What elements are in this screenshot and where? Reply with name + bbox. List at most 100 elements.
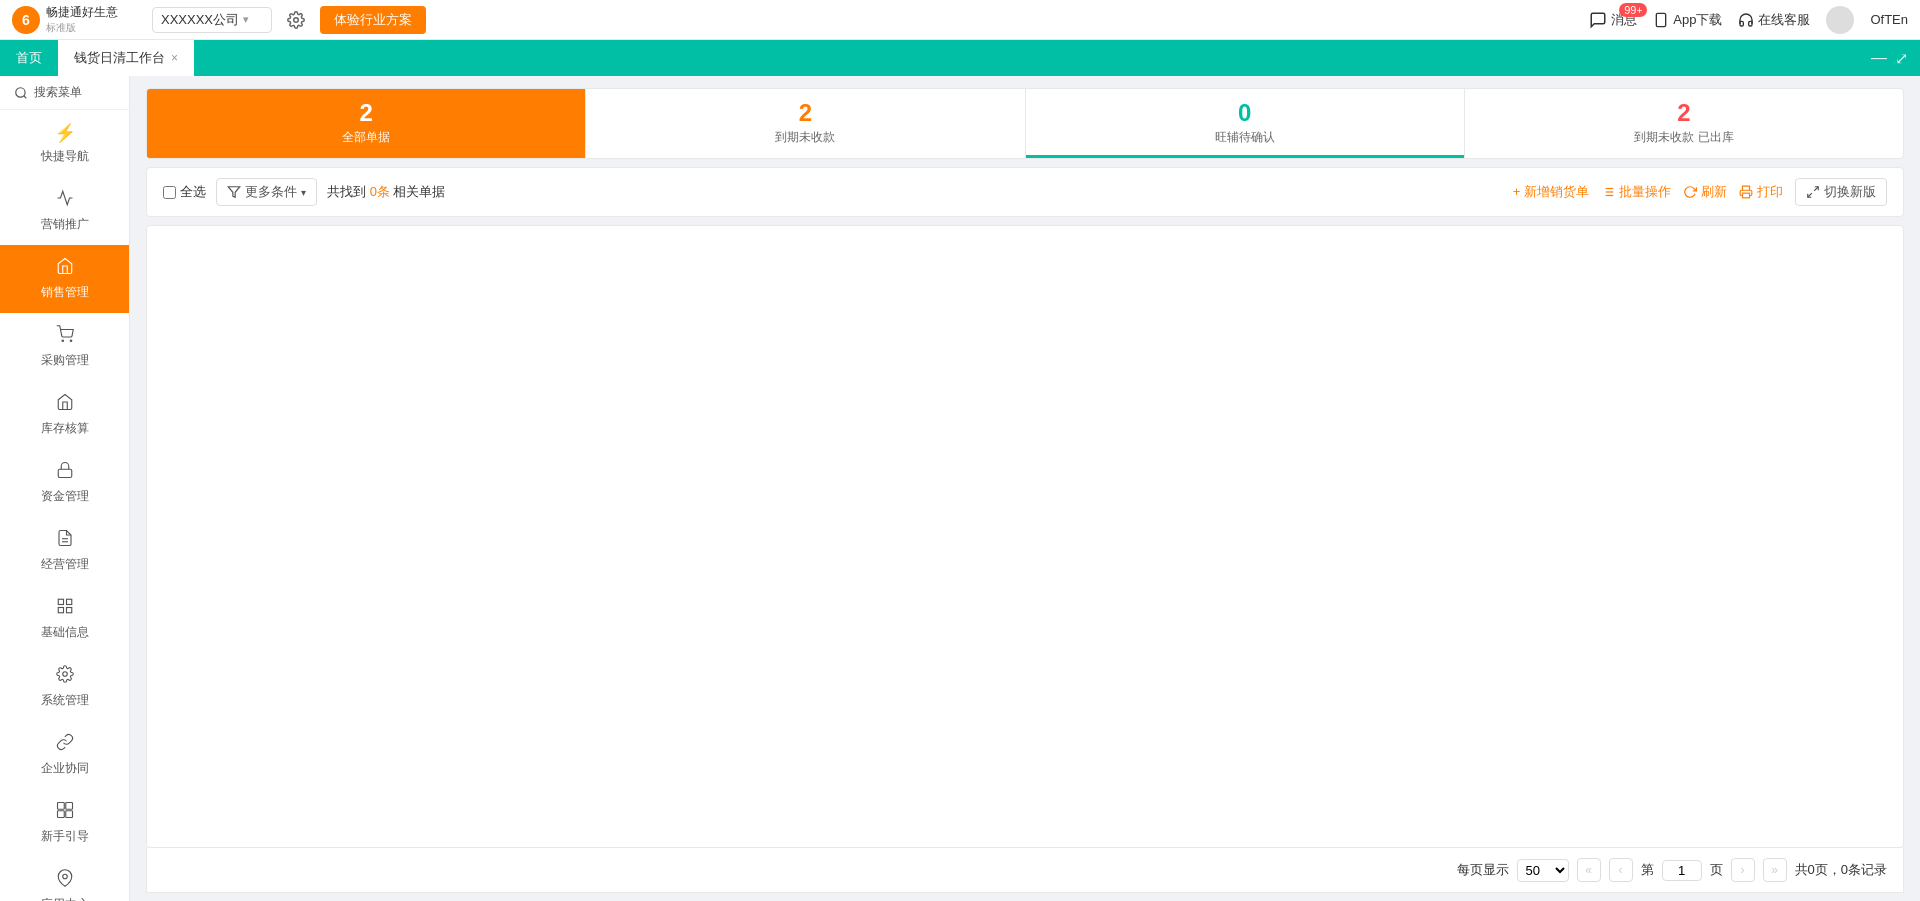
app-download-button[interactable]: App下载 <box>1653 11 1722 29</box>
refresh-button[interactable]: 刷新 <box>1683 183 1727 201</box>
last-page-button[interactable]: » <box>1763 858 1787 882</box>
inventory-icon <box>56 393 74 416</box>
sidebar-item-marketing[interactable]: 营销推广 <box>0 177 129 245</box>
tab-maximize-button[interactable]: ⤢ <box>1895 49 1908 68</box>
marketing-icon <box>56 189 74 212</box>
main-content: 2 全部单据 2 到期未收款 0 旺辅待确认 2 到期未收款 已出库 <box>130 76 1920 901</box>
toolbar-right: + 新增销货单 批量操作 刷新 <box>1513 178 1887 206</box>
main-layout: 搜索菜单 ⚡ 快捷导航 营销推广 销售管理 <box>0 76 1920 901</box>
svg-rect-16 <box>65 803 72 810</box>
pagination: 每页显示 50 100 200 « ‹ 第 页 › » 共0页，0条记录 <box>146 848 1904 893</box>
sidebar-item-label: 资金管理 <box>41 488 89 505</box>
svg-point-5 <box>62 340 64 342</box>
sidebar-item-label: 应用中心 <box>41 896 89 901</box>
settings-button[interactable] <box>282 6 310 34</box>
found-text: 共找到 0条 相关单据 <box>327 183 445 201</box>
avatar[interactable] <box>1826 6 1854 34</box>
select-all-input[interactable] <box>163 186 176 199</box>
finance-icon <box>56 461 74 484</box>
print-button[interactable]: 打印 <box>1739 183 1783 201</box>
company-dropdown-arrow: ▾ <box>243 13 249 26</box>
nav-tabs: 首页 钱货日清工作台 × — ⤢ <box>0 40 1920 76</box>
sidebar: 搜索菜单 ⚡ 快捷导航 营销推广 销售管理 <box>0 76 130 901</box>
operations-icon <box>56 529 74 552</box>
svg-line-4 <box>24 95 27 98</box>
svg-point-14 <box>62 672 67 677</box>
username-label[interactable]: OfTEn <box>1870 12 1908 27</box>
sidebar-item-base-info[interactable]: 基础信息 <box>0 585 129 653</box>
sidebar-item-quick-nav[interactable]: ⚡ 快捷导航 <box>0 110 129 177</box>
filter-button[interactable]: 更多条件 ▾ <box>216 178 317 206</box>
svg-line-28 <box>1814 187 1818 191</box>
first-page-button[interactable]: « <box>1577 858 1601 882</box>
sidebar-item-finance[interactable]: 资金管理 <box>0 449 129 517</box>
enterprise-icon <box>56 733 74 756</box>
card-pending-num: 0 <box>1042 101 1448 125</box>
sidebar-item-purchase[interactable]: 采购管理 <box>0 313 129 381</box>
page-number-input[interactable] <box>1662 860 1702 881</box>
sidebar-item-label: 采购管理 <box>41 352 89 369</box>
page-suffix-label: 页 <box>1710 861 1723 879</box>
batch-operation-button[interactable]: 批量操作 <box>1601 183 1671 201</box>
svg-rect-27 <box>1743 193 1750 198</box>
sidebar-item-system[interactable]: 系统管理 <box>0 653 129 721</box>
card-overdue[interactable]: 2 到期未收款 <box>586 89 1025 158</box>
sidebar-item-label: 企业协同 <box>41 760 89 777</box>
svg-line-29 <box>1808 193 1812 197</box>
sidebar-item-inventory[interactable]: 库存核算 <box>0 381 129 449</box>
logo-area: 6 畅捷通好生意 标准版 <box>12 5 142 34</box>
tab-minimize-button[interactable]: — <box>1871 49 1887 67</box>
sidebar-item-label: 销售管理 <box>41 284 89 301</box>
guide-icon <box>56 801 74 824</box>
svg-point-19 <box>62 874 67 879</box>
card-all[interactable]: 2 全部单据 <box>147 89 586 158</box>
svg-rect-17 <box>57 811 64 818</box>
sidebar-item-sales[interactable]: 销售管理 <box>0 245 129 313</box>
quick-nav-icon: ⚡ <box>54 122 76 144</box>
sidebar-item-operations[interactable]: 经营管理 <box>0 517 129 585</box>
online-service-button[interactable]: 在线客服 <box>1738 11 1810 29</box>
toolbar: 全选 更多条件 ▾ 共找到 0条 相关单据 + 新增销货单 <box>146 167 1904 217</box>
sidebar-item-label: 经营管理 <box>41 556 89 573</box>
svg-rect-1 <box>1657 13 1666 26</box>
card-pending-label: 旺辅待确认 <box>1042 129 1448 146</box>
sidebar-item-enterprise[interactable]: 企业协同 <box>0 721 129 789</box>
app-logo-text: 畅捷通好生意 标准版 <box>46 5 118 34</box>
card-overdue-num: 2 <box>602 101 1008 125</box>
next-page-button[interactable]: › <box>1731 858 1755 882</box>
app-logo-icon: 6 <box>12 6 40 34</box>
message-button[interactable]: 消息 99+ <box>1589 11 1637 29</box>
message-badge: 99+ <box>1619 3 1647 17</box>
sidebar-search[interactable]: 搜索菜单 <box>0 76 129 110</box>
select-all-checkbox[interactable]: 全选 <box>163 183 206 201</box>
tab-qian-huo[interactable]: 钱货日清工作台 × <box>58 40 194 76</box>
card-overdue-label: 到期未收款 <box>602 129 1008 146</box>
switch-new-version-button[interactable]: 切换新版 <box>1795 178 1887 206</box>
company-selector[interactable]: XXXXXX公司 ▾ <box>152 7 272 33</box>
sidebar-item-label: 快捷导航 <box>41 148 89 165</box>
sidebar-item-app-center[interactable]: 应用中心 <box>0 857 129 901</box>
card-all-label: 全部单据 <box>163 129 569 146</box>
svg-point-0 <box>294 17 299 22</box>
card-shipped[interactable]: 2 到期未收款 已出库 <box>1465 89 1903 158</box>
card-shipped-label: 到期未收款 已出库 <box>1481 129 1887 146</box>
add-sale-order-button[interactable]: + 新增销货单 <box>1513 183 1589 201</box>
trial-button[interactable]: 体验行业方案 <box>320 6 426 34</box>
card-pending-underline <box>1026 155 1464 158</box>
per-page-select[interactable]: 50 100 200 <box>1517 859 1569 882</box>
prev-page-button[interactable]: ‹ <box>1609 858 1633 882</box>
tab-close-icon[interactable]: × <box>171 51 178 65</box>
tab-home[interactable]: 首页 <box>0 40 58 76</box>
sidebar-item-label: 新手引导 <box>41 828 89 845</box>
table-area <box>146 225 1904 848</box>
nav-tab-actions: — ⤢ <box>1859 49 1920 68</box>
sidebar-item-label: 库存核算 <box>41 420 89 437</box>
card-pending[interactable]: 0 旺辅待确认 <box>1026 89 1465 158</box>
sales-icon <box>56 257 74 280</box>
page-label: 第 <box>1641 861 1654 879</box>
sidebar-item-guide[interactable]: 新手引导 <box>0 789 129 857</box>
app-center-icon <box>56 869 74 892</box>
svg-rect-15 <box>57 803 64 810</box>
toolbar-left: 全选 更多条件 ▾ 共找到 0条 相关单据 <box>163 178 445 206</box>
svg-point-3 <box>16 87 25 96</box>
